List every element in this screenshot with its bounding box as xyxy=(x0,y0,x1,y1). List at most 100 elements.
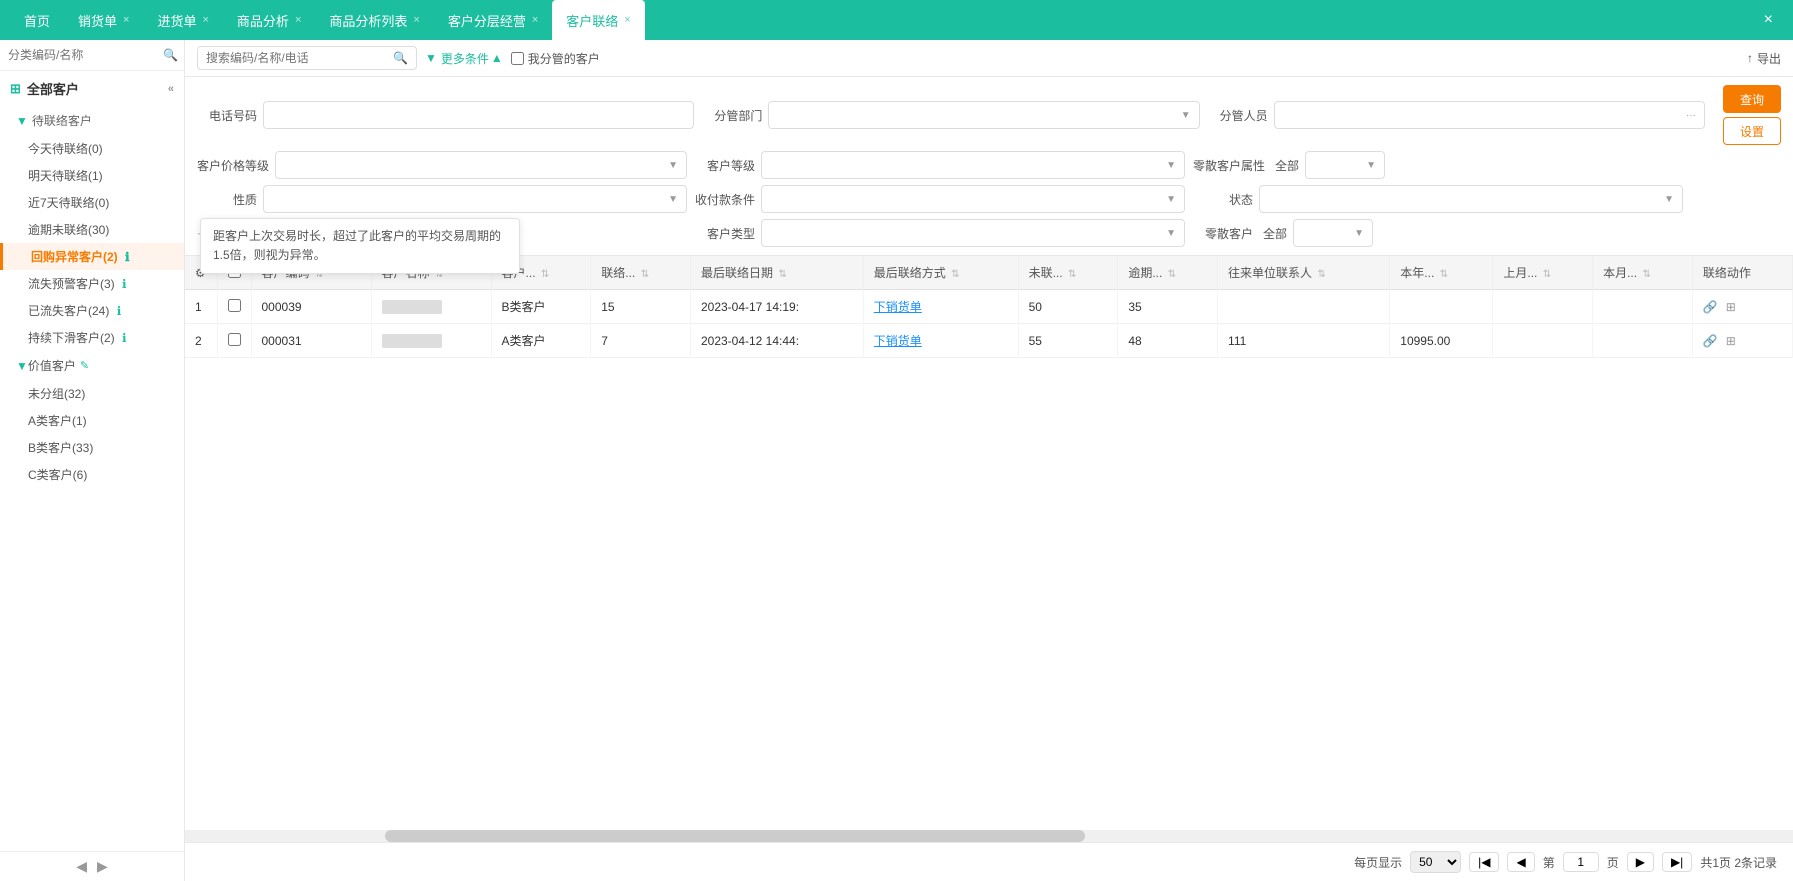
sort-icon: ⇅ xyxy=(1543,269,1551,280)
nav-product-analysis[interactable]: 商品分析 × xyxy=(223,0,315,40)
last-page-button[interactable]: ▶| xyxy=(1662,852,1692,872)
sidebar-item-7days[interactable]: 近7天待联络(0) xyxy=(0,189,184,216)
row-checkbox[interactable] xyxy=(228,333,241,346)
my-customers-checkbox[interactable]: 我分管的客户 xyxy=(511,50,600,67)
retail-attr-select[interactable]: ▼ xyxy=(1305,151,1385,179)
search-icon[interactable]: 🔍 xyxy=(163,48,178,62)
close-icon[interactable]: × xyxy=(295,14,301,26)
price-level-label: 客户价格等级 xyxy=(197,157,269,174)
col-last-contact-date[interactable]: 最后联络日期 ⇅ xyxy=(690,256,863,290)
sidebar-search-input[interactable] xyxy=(8,48,163,62)
phone-label: 电话号码 xyxy=(197,107,257,124)
my-customers-check[interactable] xyxy=(511,52,524,65)
close-icon[interactable]: × xyxy=(532,14,538,26)
col-action: 联络动作 xyxy=(1692,256,1792,290)
arrow-down-icon: ▼ xyxy=(16,114,28,128)
grid-icon: ⊞ xyxy=(10,81,21,97)
sidebar-item-abnormal-repurchase[interactable]: 回购异常客户(2) ℹ xyxy=(0,243,184,270)
nav-product-list[interactable]: 商品分析列表 × xyxy=(315,0,433,40)
grid-action-icon[interactable]: ⊞ xyxy=(1726,334,1736,348)
search-icon[interactable]: 🔍 xyxy=(393,51,408,65)
sidebar-group-waiting[interactable]: ▼ 待联络客户 xyxy=(0,106,184,135)
customer-level-select[interactable]: ▼ xyxy=(761,151,1185,179)
phone-input[interactable] xyxy=(263,101,694,129)
chevron-down-icon: ··· xyxy=(1686,110,1696,121)
col-unit-contact[interactable]: 往来单位联系人 ⇅ xyxy=(1218,256,1390,290)
scrollbar-thumb[interactable] xyxy=(385,830,1085,842)
col-this-month[interactable]: 本月... ⇅ xyxy=(1593,256,1693,290)
row-checkbox[interactable] xyxy=(228,299,241,312)
sidebar-item-churned[interactable]: 已流失客户(24) ℹ xyxy=(0,297,184,324)
col-overdue[interactable]: 逾期... ⇅ xyxy=(1118,256,1218,290)
cell-this-year: 10995.00 xyxy=(1390,324,1493,358)
close-icon[interactable]: × xyxy=(624,14,630,26)
sidebar-item-class-b[interactable]: B类客户(33) xyxy=(0,434,184,461)
horizontal-scrollbar[interactable] xyxy=(185,830,1793,842)
nav-purchase[interactable]: 进货单 × xyxy=(143,0,222,40)
main-search-box: 🔍 xyxy=(197,46,417,70)
per-page-select[interactable]: 50 100 200 xyxy=(1410,851,1461,873)
sidebar-value-customer-group[interactable]: ▼ 价值客户 ✎ xyxy=(0,351,184,380)
retail-attr-value: 全部 xyxy=(1275,157,1299,174)
last-method-link[interactable]: 下销货单 xyxy=(874,334,922,348)
sidebar-search-area: 🔍 xyxy=(0,40,184,71)
sidebar-expand-button[interactable]: ▶ xyxy=(97,858,108,875)
setting-button[interactable]: 设置 xyxy=(1723,117,1781,145)
col-last-month[interactable]: 上月... ⇅ xyxy=(1493,256,1593,290)
export-button[interactable]: ↑ 导出 xyxy=(1747,50,1781,67)
nav-home[interactable]: 首页 xyxy=(10,0,64,40)
data-table-area: ⚙ 客户编码 ⇅ 客户名称 ⇅ 客户... ⇅ 联络... ⇅ 最后联络日期 ⇅… xyxy=(185,256,1793,830)
page-unit: 页 xyxy=(1607,854,1619,871)
prev-page-button[interactable]: ◀ xyxy=(1507,852,1534,872)
link-action-icon[interactable]: 🔗 xyxy=(1703,334,1718,348)
all-customers-title[interactable]: ⊞ 全部客户 « xyxy=(0,71,184,106)
sidebar-item-class-a[interactable]: A类客户(1) xyxy=(0,407,184,434)
filter-cell-phone: 电话号码 xyxy=(197,101,694,129)
nature-label: 性质 xyxy=(197,191,257,208)
price-level-select[interactable]: ▼ xyxy=(275,151,687,179)
nav-customer-layer[interactable]: 客户分层经营 × xyxy=(434,0,552,40)
last-method-link[interactable]: 下销货单 xyxy=(874,300,922,314)
nav-sales[interactable]: 销货单 × xyxy=(64,0,143,40)
sidebar-item-class-c[interactable]: C类客户(6) xyxy=(0,461,184,488)
sidebar-collapse-button[interactable]: ◀ xyxy=(76,858,87,875)
filter-cell-customer-level: 客户等级 ▼ xyxy=(695,151,1185,179)
sidebar-item-today[interactable]: 今天待联络(0) xyxy=(0,135,184,162)
col-last-contact-method[interactable]: 最后联络方式 ⇅ xyxy=(863,256,1018,290)
filter-cell-price-level: 客户价格等级 ▼ xyxy=(197,151,687,179)
first-page-button[interactable]: |◀ xyxy=(1469,852,1499,872)
close-icon[interactable]: × xyxy=(123,14,129,26)
close-icon[interactable]: × xyxy=(202,14,208,26)
close-all-button[interactable]: × xyxy=(1764,11,1773,29)
grid-action-icon[interactable]: ⊞ xyxy=(1726,300,1736,314)
nav-customer-contact[interactable]: 客户联络 × xyxy=(552,0,644,40)
per-page-label: 每页显示 xyxy=(1354,854,1402,871)
col-uncontacted[interactable]: 未联... ⇅ xyxy=(1018,256,1118,290)
query-button[interactable]: 查询 xyxy=(1723,85,1781,113)
retail-customer-select[interactable]: ▼ xyxy=(1293,219,1373,247)
edit-icon[interactable]: ✎ xyxy=(80,359,89,372)
next-page-button[interactable]: ▶ xyxy=(1627,852,1654,872)
cell-last-date: 2023-04-17 14:19: xyxy=(690,290,863,324)
sidebar-item-tomorrow[interactable]: 明天待联络(1) xyxy=(0,162,184,189)
sidebar-item-ungrouped[interactable]: 未分组(32) xyxy=(0,380,184,407)
manager-select[interactable]: ··· xyxy=(1274,101,1705,129)
filter-cell-status: 状态 ▼ xyxy=(1193,185,1683,213)
dept-select[interactable]: ▼ xyxy=(768,101,1199,129)
page-number-input[interactable] xyxy=(1563,852,1599,872)
sidebar-item-overdue[interactable]: 逾期未联络(30) xyxy=(0,216,184,243)
collapse-icon[interactable]: « xyxy=(168,83,174,95)
sort-icon: ⇅ xyxy=(1317,269,1325,280)
sidebar-item-churn-warning[interactable]: 流失预警客户(3) ℹ xyxy=(0,270,184,297)
col-contact-count[interactable]: 联络... ⇅ xyxy=(591,256,691,290)
link-action-icon[interactable]: 🔗 xyxy=(1703,300,1718,314)
status-select[interactable]: ▼ xyxy=(1259,185,1683,213)
payment-select[interactable]: ▼ xyxy=(761,185,1185,213)
more-conditions-button[interactable]: ▼ 更多条件 ▲ xyxy=(425,50,503,67)
customer-type-select[interactable]: ▼ xyxy=(761,219,1185,247)
col-this-year[interactable]: 本年... ⇅ xyxy=(1390,256,1493,290)
main-search-input[interactable] xyxy=(206,51,389,65)
close-icon[interactable]: × xyxy=(413,14,419,26)
sidebar-item-declining[interactable]: 持续下滑客户(2) ℹ xyxy=(0,324,184,351)
nature-select[interactable]: ▼ xyxy=(263,185,687,213)
